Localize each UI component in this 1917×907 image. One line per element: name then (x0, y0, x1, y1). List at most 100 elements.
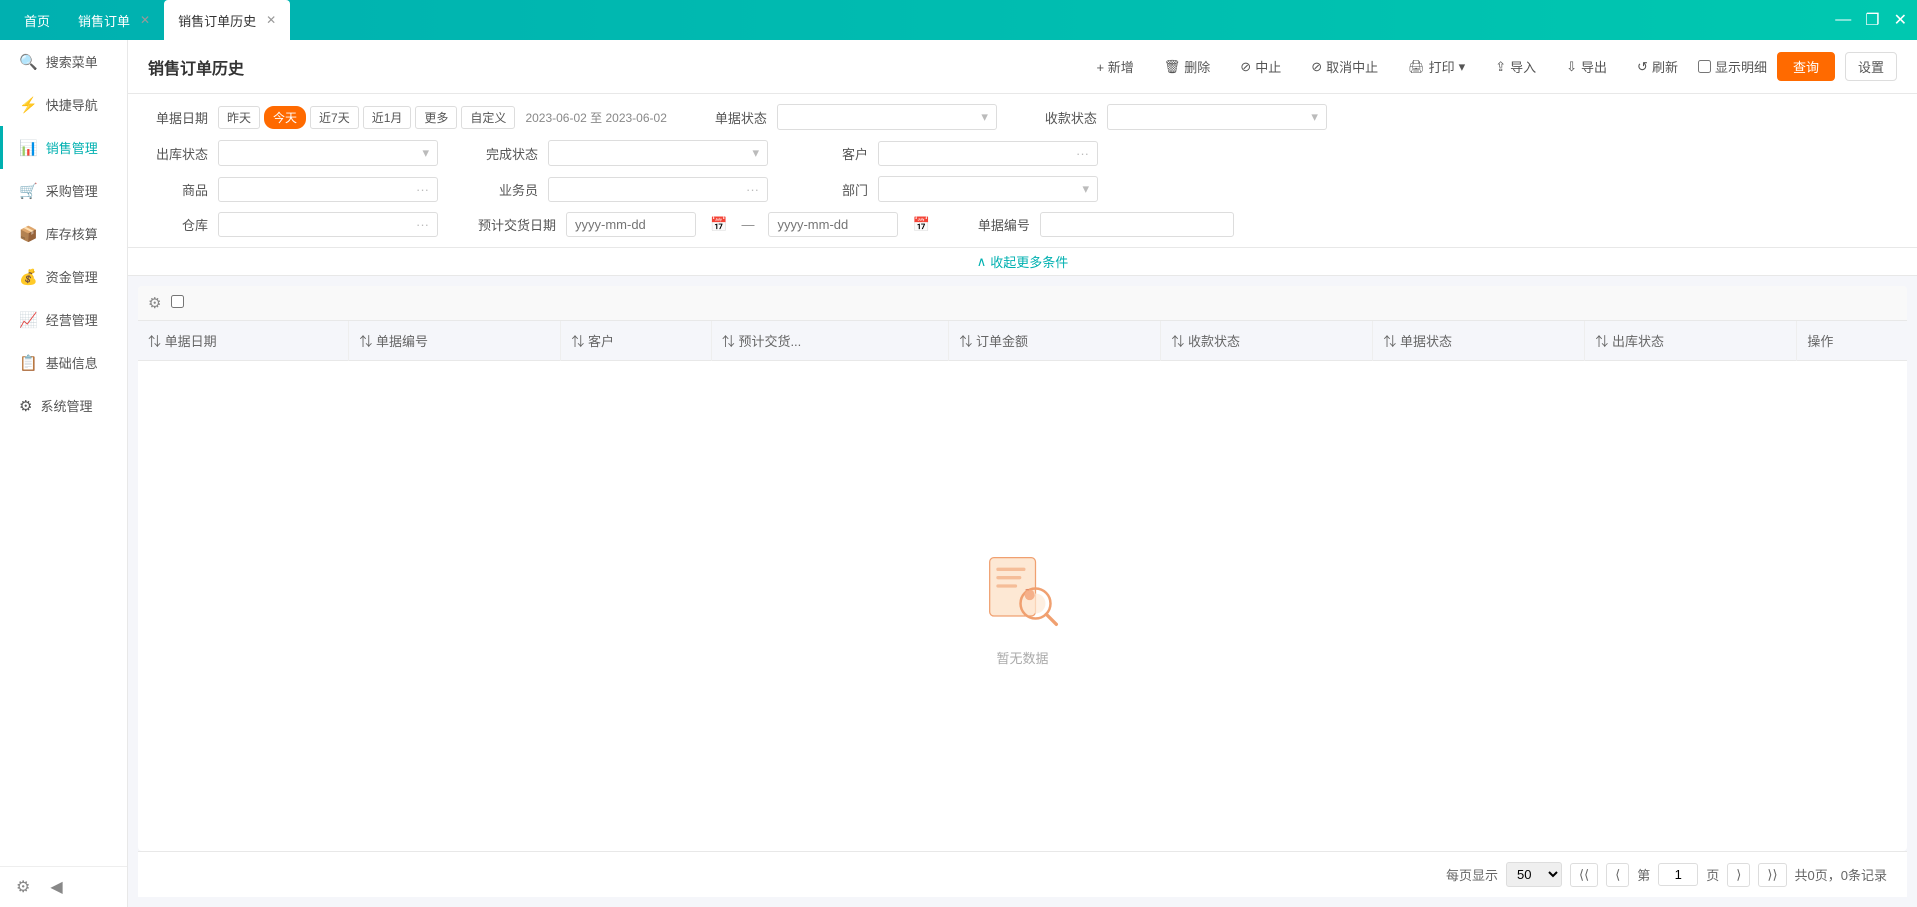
sidebar-item-inventory-label: 库存核算 (46, 224, 98, 243)
product-input[interactable]: ··· (218, 177, 438, 202)
top-bar: 首页 销售订单 ✕ 销售订单历史 ✕ — ❐ ✕ (0, 0, 1917, 40)
salesperson-ellipsis-icon: ··· (746, 182, 759, 197)
window-controls: — ❐ ✕ (1835, 10, 1907, 30)
table-checkbox-all[interactable] (171, 295, 184, 311)
filter-area: 单据日期 昨天 今天 近7天 近1月 更多 自定义 2023-06-02 至 2… (128, 94, 1917, 248)
expected-date-start-input[interactable] (566, 212, 696, 237)
sidebar-item-search-menu[interactable]: 🔍 搜索菜单 (0, 40, 127, 83)
finance-icon: 💰 (19, 268, 38, 286)
cancel-stop-button-label: 取消中止 (1326, 57, 1378, 76)
col-customer[interactable]: ⇅ 客户 (561, 321, 712, 361)
settings-icon[interactable]: ⚙ (16, 877, 30, 897)
prev-page-btn[interactable]: ⟨ (1606, 863, 1629, 887)
sidebar-item-inventory[interactable]: 📦 库存核算 (0, 212, 127, 255)
date-btn-today[interactable]: 今天 (264, 106, 306, 129)
bill-number-input[interactable] (1040, 212, 1234, 237)
expected-date-end-input[interactable] (768, 212, 898, 237)
salesperson-input[interactable]: ··· (548, 177, 768, 202)
date-btn-1month[interactable]: 近1月 (363, 106, 412, 129)
per-page-select[interactable]: 50 10 20 100 (1506, 862, 1562, 887)
sidebar-item-sales-mgmt[interactable]: 📊 销售管理 (0, 126, 127, 169)
page-title: 销售订单历史 (148, 55, 244, 79)
product-ellipsis-icon: ··· (416, 182, 429, 197)
tab-sales-order-history-close[interactable]: ✕ (266, 13, 276, 27)
sidebar-item-sys-mgmt[interactable]: ⚙ 系统管理 (0, 384, 127, 427)
department-select[interactable]: ▾ (878, 176, 1098, 202)
export-button[interactable]: ⇩ 导出 (1556, 52, 1617, 81)
sidebar-item-basic-info-label: 基础信息 (46, 353, 98, 372)
col-bill-status[interactable]: ⇅ 单据状态 (1373, 321, 1585, 361)
stop-icon: ⊘ (1240, 59, 1251, 75)
col-expected-date[interactable]: ⇅ 预计交货... (711, 321, 949, 361)
col-outbound-status[interactable]: ⇅ 出库状态 (1585, 321, 1797, 361)
sys-mgmt-icon: ⚙ (19, 397, 32, 415)
col-amount[interactable]: ⇅ 订单金额 (949, 321, 1161, 361)
next-page-btn[interactable]: ⟩ (1727, 863, 1750, 887)
refresh-button[interactable]: ↺ 刷新 (1627, 52, 1688, 81)
col-date[interactable]: ⇅ 单据日期 (138, 321, 349, 361)
close-window-icon[interactable]: ✕ (1894, 10, 1907, 30)
restore-icon[interactable]: ❐ (1865, 10, 1879, 30)
warehouse-input[interactable]: ··· (218, 212, 438, 237)
col-receipt-status[interactable]: ⇅ 收款状态 (1161, 321, 1373, 361)
collapse-sidebar-icon[interactable]: ◀ (50, 877, 62, 897)
settings-button[interactable]: 设置 (1845, 52, 1897, 81)
refresh-icon: ↺ (1637, 59, 1648, 75)
receipt-status-select[interactable]: ▾ (1107, 104, 1327, 130)
tab-sales-order-history[interactable]: 销售订单历史 ✕ (164, 0, 290, 40)
expected-date-label: 预计交货日期 (478, 215, 556, 234)
outbound-status-select[interactable]: ▾ (218, 140, 438, 166)
sidebar-item-quick-nav-label: 快捷导航 (46, 95, 98, 114)
table-header-row: ⇅ 单据日期 ⇅ 单据编号 ⇅ 客户 ⇅ 预计交 (138, 321, 1907, 361)
expected-date-end-calendar-icon[interactable]: 📅 (912, 216, 929, 233)
date-btn-yesterday[interactable]: 昨天 (218, 106, 260, 129)
tab-sales-order[interactable]: 销售订单 ✕ (64, 0, 164, 40)
col-operation: 操作 (1797, 321, 1907, 361)
sidebar-item-basic-info[interactable]: 📋 基础信息 (0, 341, 127, 384)
stop-button[interactable]: ⊘ 中止 (1230, 52, 1291, 81)
customer-label: 客户 (808, 144, 868, 163)
sidebar-item-purchase-mgmt[interactable]: 🛒 采购管理 (0, 169, 127, 212)
col-number[interactable]: ⇅ 单据编号 (349, 321, 561, 361)
date-label: 单据日期 (148, 108, 208, 127)
tab-home[interactable]: 首页 (10, 0, 64, 40)
sidebar-item-purchase-mgmt-label: 采购管理 (46, 181, 98, 200)
date-range-text: 2023-06-02 至 2023-06-02 (525, 109, 666, 126)
tab-sales-order-close[interactable]: ✕ (140, 13, 150, 27)
expected-date-start-calendar-icon[interactable]: 📅 (710, 216, 727, 233)
new-button-label: + 新增 (1097, 57, 1134, 76)
complete-status-select[interactable]: ▾ (548, 140, 768, 166)
sidebar-item-operations[interactable]: 📈 经营管理 (0, 298, 127, 341)
minimize-icon[interactable]: — (1835, 11, 1851, 29)
customer-input[interactable]: ··· (878, 141, 1098, 166)
complete-status-label: 完成状态 (478, 144, 538, 163)
sidebar-item-finance[interactable]: 💰 资金管理 (0, 255, 127, 298)
cancel-stop-button[interactable]: ⊘ 取消中止 (1301, 52, 1388, 81)
sidebar-item-sys-mgmt-label: 系统管理 (40, 396, 92, 415)
new-button[interactable]: + 新增 (1087, 52, 1144, 81)
select-all-checkbox[interactable] (171, 295, 184, 308)
per-page-label: 每页显示 (1446, 865, 1498, 884)
last-page-btn[interactable]: ⟩⟩ (1758, 863, 1786, 887)
page-input[interactable] (1658, 863, 1698, 886)
table-area: ⚙ ⇅ 单据日期 ⇅ 单据编号 (138, 286, 1907, 851)
show-detail-checkbox[interactable] (1698, 60, 1711, 73)
date-btn-7days[interactable]: 近7天 (310, 106, 359, 129)
import-button[interactable]: ⇪ 导入 (1485, 52, 1546, 81)
date-btn-more[interactable]: 更多 (415, 106, 457, 129)
collapse-row[interactable]: ∧ 收起更多条件 (128, 248, 1917, 276)
date-btn-custom[interactable]: 自定义 (461, 106, 515, 129)
print-button[interactable]: 🖨 打印 ▾ (1398, 52, 1475, 81)
purchase-mgmt-icon: 🛒 (19, 182, 38, 200)
total-text: 共0页，0条记录 (1795, 865, 1887, 884)
first-page-btn[interactable]: ⟨⟨ (1570, 863, 1598, 887)
delete-button[interactable]: 🗑 删除 (1154, 52, 1221, 81)
bill-status-select[interactable]: ▾ (777, 104, 997, 130)
refresh-button-label: 刷新 (1652, 57, 1678, 76)
table-settings-icon[interactable]: ⚙ (148, 294, 161, 312)
query-button[interactable]: 查询 (1777, 52, 1835, 81)
filter-row-1: 单据日期 昨天 今天 近7天 近1月 更多 自定义 2023-06-02 至 2… (148, 104, 1897, 130)
sidebar-item-quick-nav[interactable]: ⚡ 快捷导航 (0, 83, 127, 126)
delete-button-label: 删除 (1184, 57, 1210, 76)
show-detail-checkbox-label[interactable]: 显示明细 (1698, 57, 1767, 76)
